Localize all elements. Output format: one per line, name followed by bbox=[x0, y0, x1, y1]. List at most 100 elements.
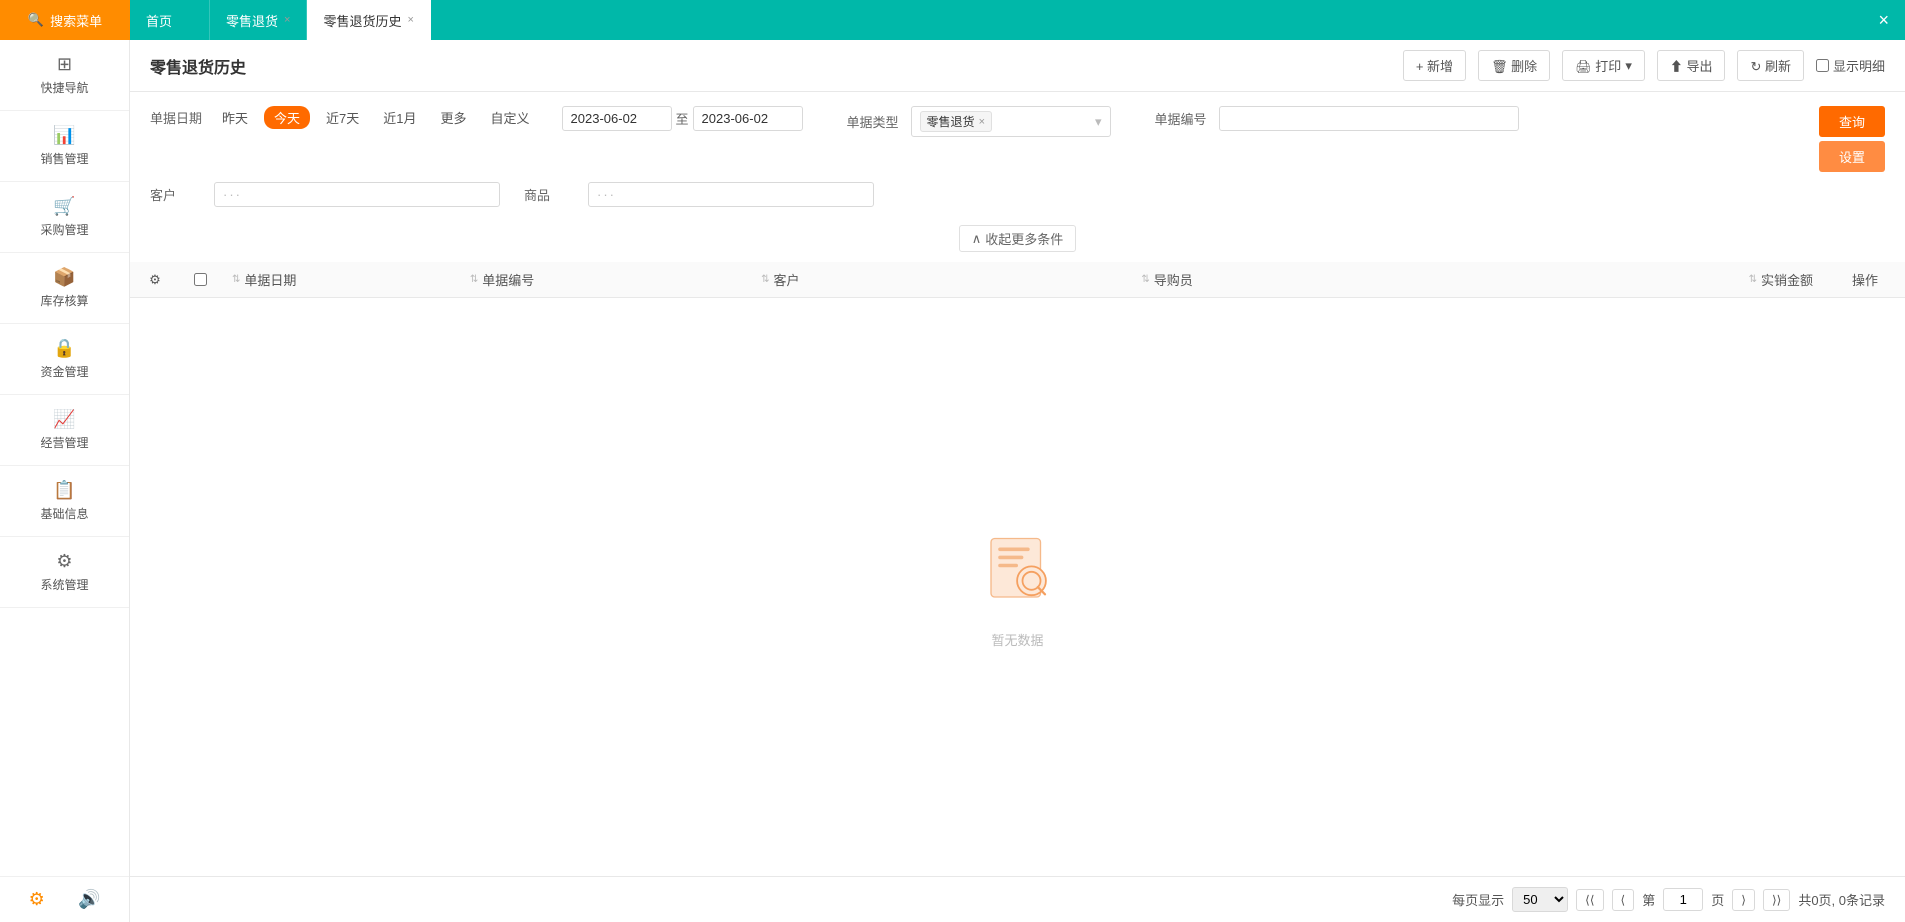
sidebar-item-inventory[interactable]: 📦 库存核算 bbox=[0, 253, 129, 324]
date-btn-today[interactable]: 今天 bbox=[264, 106, 310, 129]
date-from-input[interactable]: 2023-06-02 bbox=[562, 106, 672, 131]
date-btn-more[interactable]: 更多 bbox=[433, 106, 475, 129]
tab-home[interactable]: 首页 bbox=[130, 0, 210, 40]
sidebar-bottom: ⚙ 🔊 bbox=[0, 876, 129, 922]
sort-icon-guide-up: ⇅ bbox=[1141, 274, 1149, 285]
customer-input[interactable]: ··· bbox=[214, 182, 500, 207]
print-btn[interactable]: 🖨 打印 ▾ bbox=[1562, 50, 1645, 81]
show-detail-checkbox[interactable] bbox=[1816, 59, 1829, 72]
date-btn-7days[interactable]: 近7天 bbox=[318, 106, 367, 129]
sidebar-item-system-mgmt[interactable]: ⚙ 系统管理 bbox=[0, 537, 129, 608]
tab-retail-return-history[interactable]: 零售退货历史 × bbox=[307, 0, 430, 40]
date-separator: 至 bbox=[676, 109, 689, 128]
page-title: 零售退货历史 bbox=[150, 54, 246, 78]
search-icon: 🔍 bbox=[28, 12, 44, 28]
th-checkbox[interactable] bbox=[180, 273, 220, 286]
select-all-checkbox[interactable] bbox=[194, 273, 207, 286]
print-dropdown-icon[interactable]: ▾ bbox=[1625, 58, 1632, 74]
tab-retail-return-history-label: 零售退货历史 bbox=[323, 11, 401, 30]
tab-retail-return[interactable]: 零售退货 × bbox=[210, 0, 307, 40]
operations-icon: 📈 bbox=[53, 409, 75, 430]
doc-no-input[interactable] bbox=[1219, 106, 1519, 131]
page-first-btn[interactable]: ⟨⟨ bbox=[1576, 889, 1603, 911]
date-btn-1month[interactable]: 近1月 bbox=[375, 106, 424, 129]
sidebar-item-inventory-label: 库存核算 bbox=[40, 292, 88, 309]
sales-icon: 📊 bbox=[53, 125, 75, 146]
basic-info-icon: 📋 bbox=[53, 480, 75, 501]
export-btn-label: ⬆ 导出 bbox=[1670, 56, 1713, 75]
settings-btn[interactable]: 设置 bbox=[1819, 141, 1885, 172]
tab-home-label: 首页 bbox=[146, 11, 172, 30]
filter-section: 单据日期 昨天 今天 近7天 近1月 更多 自定义 2023-06-02 bbox=[130, 92, 1905, 262]
sort-icon-amount-up: ⇅ bbox=[1749, 274, 1757, 285]
print-btn-label: 🖨 打印 bbox=[1575, 56, 1621, 75]
date-btn-yesterday[interactable]: 昨天 bbox=[214, 106, 256, 129]
sidebar-item-quick-nav-label: 快捷导航 bbox=[40, 79, 88, 96]
sidebar: ⊞ 快捷导航 📊 销售管理 🛒 采购管理 📦 库存核算 🔒 资金管理 📈 经营管… bbox=[0, 40, 130, 922]
table-area: ⚙ ⇅ 单据日期 ⇅ 单据编号 ⇅ 客户 ⇅ bbox=[130, 262, 1905, 876]
sidebar-item-operations[interactable]: 📈 经营管理 bbox=[0, 395, 129, 466]
per-page-select[interactable]: 50 100 200 bbox=[1512, 887, 1568, 912]
top-bar-right: × bbox=[1878, 0, 1905, 40]
goods-input[interactable]: ··· bbox=[588, 182, 874, 207]
page-header: 零售退货历史 + 新增 🗑 删除 🖨 打印 ▾ ⬆ 导出 ↻ 刷新 bbox=[130, 40, 1905, 92]
tab-bar: 首页 零售退货 × 零售退货历史 × bbox=[130, 0, 1878, 40]
page-next-btn[interactable]: ⟩ bbox=[1732, 889, 1755, 911]
tab-retail-return-close[interactable]: × bbox=[284, 14, 290, 26]
sidebar-item-basic-info[interactable]: 📋 基础信息 bbox=[0, 466, 129, 537]
refresh-btn[interactable]: ↻ 刷新 bbox=[1737, 50, 1804, 81]
column-settings-icon[interactable]: ⚙ bbox=[149, 272, 161, 288]
query-settings-group: 查询 设置 bbox=[1819, 106, 1885, 172]
window-close-btn[interactable]: × bbox=[1878, 10, 1889, 31]
settings-bottom-icon[interactable]: ⚙ bbox=[29, 889, 45, 910]
th-customer-label: 客户 bbox=[773, 270, 799, 289]
th-date[interactable]: ⇅ 单据日期 bbox=[220, 270, 458, 289]
th-settings[interactable]: ⚙ bbox=[130, 272, 180, 288]
doc-type-tag-text: 零售退货 bbox=[927, 113, 975, 130]
search-menu-btn[interactable]: 🔍 搜索菜单 bbox=[0, 0, 130, 40]
doc-type-select[interactable]: 零售退货 × ▾ bbox=[911, 106, 1111, 137]
empty-state: 暂无数据 bbox=[130, 298, 1905, 876]
date-label: 单据日期 bbox=[150, 108, 206, 127]
inventory-icon: 📦 bbox=[53, 267, 75, 288]
page-number-input[interactable]: 1 bbox=[1663, 888, 1703, 911]
date-options-group: 昨天 今天 近7天 近1月 更多 自定义 bbox=[214, 106, 538, 129]
th-amount-label: 实销金额 bbox=[1761, 270, 1813, 289]
doc-type-tag-close[interactable]: × bbox=[979, 116, 985, 128]
goods-dots: ··· bbox=[597, 187, 616, 202]
sidebar-item-sales-mgmt[interactable]: 📊 销售管理 bbox=[0, 111, 129, 182]
th-amount[interactable]: ⇅ 实销金额 bbox=[1623, 270, 1825, 289]
collapse-btn[interactable]: ∧ 收起更多条件 bbox=[959, 225, 1077, 252]
query-btn[interactable]: 查询 bbox=[1819, 106, 1885, 137]
content-area: 零售退货历史 + 新增 🗑 删除 🖨 打印 ▾ ⬆ 导出 ↻ 刷新 bbox=[130, 40, 1905, 922]
customer-label: 客户 bbox=[150, 185, 206, 204]
sidebar-item-finance-label: 资金管理 bbox=[40, 363, 88, 380]
page-prev-btn[interactable]: ⟨ bbox=[1612, 889, 1635, 911]
page-last-btn[interactable]: ⟩⟩ bbox=[1763, 889, 1790, 911]
sort-icon-customer-up: ⇅ bbox=[761, 274, 769, 285]
purchase-icon: 🛒 bbox=[53, 196, 75, 217]
volume-icon[interactable]: 🔊 bbox=[78, 889, 100, 910]
date-to-input[interactable]: 2023-06-02 bbox=[693, 106, 803, 131]
system-mgmt-icon: ⚙ bbox=[56, 551, 72, 572]
th-guide-label: 导购员 bbox=[1154, 270, 1193, 289]
show-detail-label[interactable]: 显示明细 bbox=[1816, 56, 1885, 75]
new-btn-label: + 新增 bbox=[1416, 56, 1453, 75]
tab-retail-return-history-close[interactable]: × bbox=[407, 14, 413, 26]
main-layout: ⊞ 快捷导航 📊 销售管理 🛒 采购管理 📦 库存核算 🔒 资金管理 📈 经营管… bbox=[0, 40, 1905, 922]
new-btn[interactable]: + 新增 bbox=[1403, 50, 1466, 81]
th-guide[interactable]: ⇅ 导购员 bbox=[1129, 270, 1420, 289]
delete-btn[interactable]: 🗑 删除 bbox=[1478, 50, 1550, 81]
export-btn[interactable]: ⬆ 导出 bbox=[1657, 50, 1726, 81]
sidebar-item-finance[interactable]: 🔒 资金管理 bbox=[0, 324, 129, 395]
date-btn-custom[interactable]: 自定义 bbox=[483, 106, 538, 129]
th-no[interactable]: ⇅ 单据编号 bbox=[458, 270, 749, 289]
sidebar-item-quick-nav[interactable]: ⊞ 快捷导航 bbox=[0, 40, 129, 111]
th-ops-label: 操作 bbox=[1852, 270, 1878, 289]
sidebar-item-purchase-label: 采购管理 bbox=[40, 221, 88, 238]
sidebar-item-purchase-mgmt[interactable]: 🛒 采购管理 bbox=[0, 182, 129, 253]
date-input-group: 2023-06-02 至 2023-06-02 bbox=[562, 106, 803, 131]
sort-icon-date-up: ⇅ bbox=[232, 274, 240, 285]
sidebar-item-system-mgmt-label: 系统管理 bbox=[40, 576, 88, 593]
th-customer[interactable]: ⇅ 客户 bbox=[749, 270, 1129, 289]
